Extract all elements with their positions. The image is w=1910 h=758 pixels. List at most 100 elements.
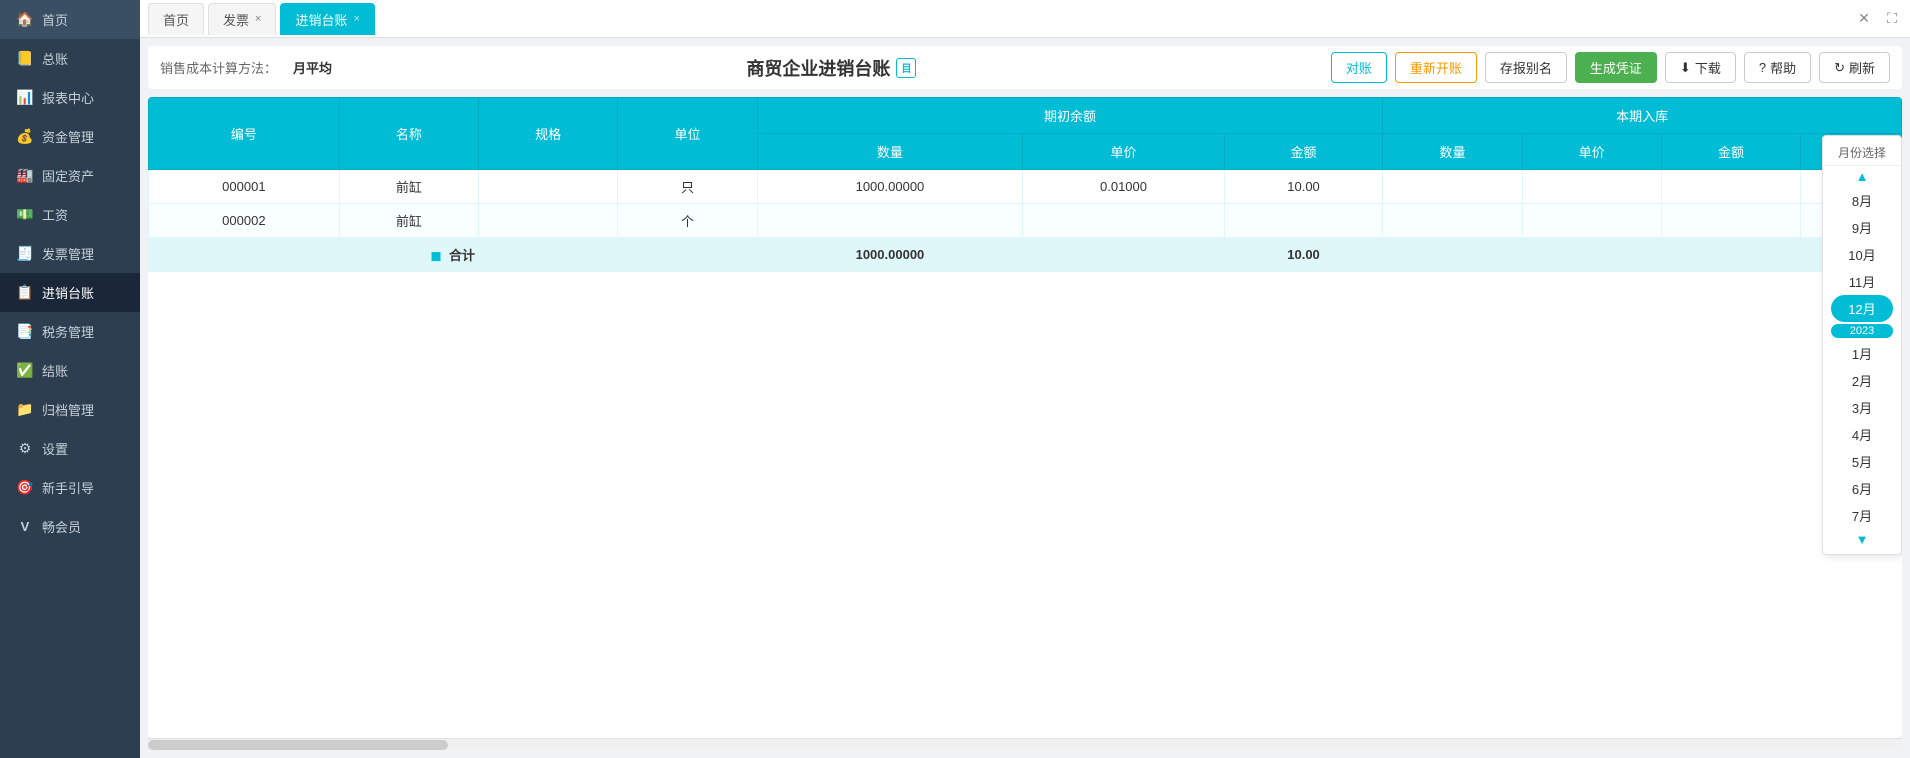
month-item-10[interactable]: 10月 <box>1823 241 1901 268</box>
sidebar-item-home[interactable]: 🏠 首页 <box>0 0 140 39</box>
match-button[interactable]: 对账 <box>1331 52 1387 83</box>
month-panel: 月份选择 ▲ 8月 9月 10月 11月 12月 2023 1月 2月 3月 4… <box>1822 135 1902 555</box>
tab-invoice-close[interactable]: × <box>255 13 261 25</box>
download-label: 下载 <box>1695 58 1721 77</box>
tab-home[interactable]: 首页 <box>148 3 204 35</box>
help-label: 帮助 <box>1770 58 1796 77</box>
sidebar-item-tax[interactable]: 📑 税务管理 <box>0 312 140 351</box>
sidebar-label-salary: 工资 <box>42 205 68 224</box>
save-alias-button[interactable]: 存报别名 <box>1485 52 1567 83</box>
sidebar-label-closing: 结账 <box>42 361 68 380</box>
cell-unit-1: 只 <box>618 170 757 204</box>
cell-opening-price-1: 0.01000 <box>1023 170 1224 204</box>
sidebar-label-home: 首页 <box>42 10 68 29</box>
table-header-row-1: 编号 名称 规格 单位 期初余额 本期入库 <box>149 98 1902 134</box>
page-title-area: 商贸企业进销台账 目 <box>348 55 1315 81</box>
cost-method-value: 月平均 <box>293 58 332 77</box>
sidebar-item-member[interactable]: V 畅会员 <box>0 507 140 546</box>
sidebar-item-assets[interactable]: 🏭 固定资产 <box>0 156 140 195</box>
horizontal-scrollbar[interactable] <box>148 738 1902 750</box>
total-label: 合计 <box>449 248 475 263</box>
month-item-11[interactable]: 11月 <box>1823 268 1901 295</box>
refresh-button[interactable]: ↻ 刷新 <box>1819 52 1890 83</box>
sidebar-item-ledger[interactable]: 📒 总账 <box>0 39 140 78</box>
col-opening-amount: 金额 <box>1224 134 1383 170</box>
help-button[interactable]: ? 帮助 <box>1744 52 1811 83</box>
col-number: 编号 <box>149 98 340 170</box>
cell-inbound-amount-1 <box>1661 170 1800 204</box>
cell-inbound-price-2 <box>1522 204 1661 238</box>
month-item-3[interactable]: 3月 <box>1823 394 1901 421</box>
cell-unit-2: 个 <box>618 204 757 238</box>
cell-spec-2 <box>479 204 618 238</box>
sidebar-item-guide[interactable]: 🎯 新手引导 <box>0 468 140 507</box>
closing-icon: ✅ <box>16 362 34 380</box>
month-scroll-up[interactable]: ▲ <box>1823 166 1901 187</box>
tab-invoice[interactable]: 发票 × <box>208 3 276 35</box>
cost-method-label: 销售成本计算方法： <box>160 58 277 77</box>
download-button[interactable]: ⬇ 下载 <box>1665 52 1736 83</box>
month-item-8[interactable]: 8月 <box>1823 187 1901 214</box>
ledger-icon: 📒 <box>16 50 34 68</box>
cell-number-2: 000002 <box>149 204 340 238</box>
reports-icon: 📊 <box>16 89 34 107</box>
member-icon: V <box>16 518 34 536</box>
guide-icon: 🎯 <box>16 479 34 497</box>
tab-invoice-label: 发票 <box>223 10 249 29</box>
cell-opening-price-2 <box>1023 204 1224 238</box>
cell-opening-amount-1: 10.00 <box>1224 170 1383 204</box>
month-item-12[interactable]: 12月 <box>1831 295 1893 322</box>
sidebar-item-reports[interactable]: 📊 报表中心 <box>0 78 140 117</box>
col-opening-group: 期初余额 <box>757 98 1383 134</box>
sidebar-label-funds: 资金管理 <box>42 127 94 146</box>
month-item-9[interactable]: 9月 <box>1823 214 1901 241</box>
funds-icon: 💰 <box>16 128 34 146</box>
total-icon: ◼ <box>431 248 442 263</box>
refresh-icon: ↻ <box>1834 60 1845 76</box>
table-row: 000001 前缸 只 1000.00000 0.01000 10.00 <box>149 170 1902 204</box>
sidebar-item-salary[interactable]: 💵 工资 <box>0 195 140 234</box>
inventory-icon: 📋 <box>16 284 34 302</box>
sidebar-item-settings[interactable]: ⚙ 设置 <box>0 429 140 468</box>
cell-opening-qty-2 <box>757 204 1023 238</box>
sidebar-item-funds[interactable]: 💰 资金管理 <box>0 117 140 156</box>
sidebar-item-archive[interactable]: 📁 归档管理 <box>0 390 140 429</box>
tabs-right-controls: ✕ ⛶ <box>1854 9 1902 29</box>
sidebar-label-assets: 固定资产 <box>42 166 94 185</box>
total-inbound-amount <box>1661 238 1800 272</box>
scrollbar-thumb[interactable] <box>148 740 448 750</box>
total-opening-amount: 10.00 <box>1224 238 1383 272</box>
month-item-2[interactable]: 2月 <box>1823 367 1901 394</box>
download-icon: ⬇ <box>1680 60 1691 76</box>
reopen-button[interactable]: 重新开账 <box>1395 52 1477 83</box>
title-doc-icon[interactable]: 目 <box>896 58 916 78</box>
total-inbound-price <box>1522 238 1661 272</box>
generate-button[interactable]: 生成凭证 <box>1575 52 1657 83</box>
cell-inbound-qty-1 <box>1383 170 1522 204</box>
cell-inbound-price-1 <box>1522 170 1661 204</box>
month-item-1[interactable]: 1月 <box>1823 340 1901 367</box>
month-item-6[interactable]: 6月 <box>1823 475 1901 502</box>
archive-icon: 📁 <box>16 401 34 419</box>
sidebar-item-invoice[interactable]: 🧾 发票管理 <box>0 234 140 273</box>
month-item-7[interactable]: 7月 <box>1823 502 1901 529</box>
tab-inventory[interactable]: 进销台账 × <box>280 3 374 35</box>
total-inbound-qty <box>1383 238 1522 272</box>
sidebar-label-settings: 设置 <box>42 439 68 458</box>
expand-window-button[interactable]: ⛶ <box>1882 9 1902 29</box>
col-inbound-amount: 金额 <box>1661 134 1800 170</box>
cell-opening-amount-2 <box>1224 204 1383 238</box>
year-2023-badge: 2023 <box>1831 324 1893 338</box>
tab-inventory-close[interactable]: × <box>353 13 359 25</box>
page-title: 商贸企业进销台账 <box>746 55 890 81</box>
close-window-button[interactable]: ✕ <box>1854 9 1874 29</box>
sidebar-label-inventory: 进销台账 <box>42 283 94 302</box>
main-area: 首页 发票 × 进销台账 × ✕ ⛶ 销售成本计算方法： 月平均 商贸企业进销台… <box>140 0 1910 758</box>
month-item-5[interactable]: 5月 <box>1823 448 1901 475</box>
home-icon: 🏠 <box>16 11 34 29</box>
sidebar-item-inventory[interactable]: 📋 进销台账 <box>0 273 140 312</box>
month-item-4[interactable]: 4月 <box>1823 421 1901 448</box>
month-panel-header: 月份选择 <box>1823 140 1901 166</box>
month-scroll-down[interactable]: ▼ <box>1823 529 1901 550</box>
sidebar-item-closing[interactable]: ✅ 结账 <box>0 351 140 390</box>
